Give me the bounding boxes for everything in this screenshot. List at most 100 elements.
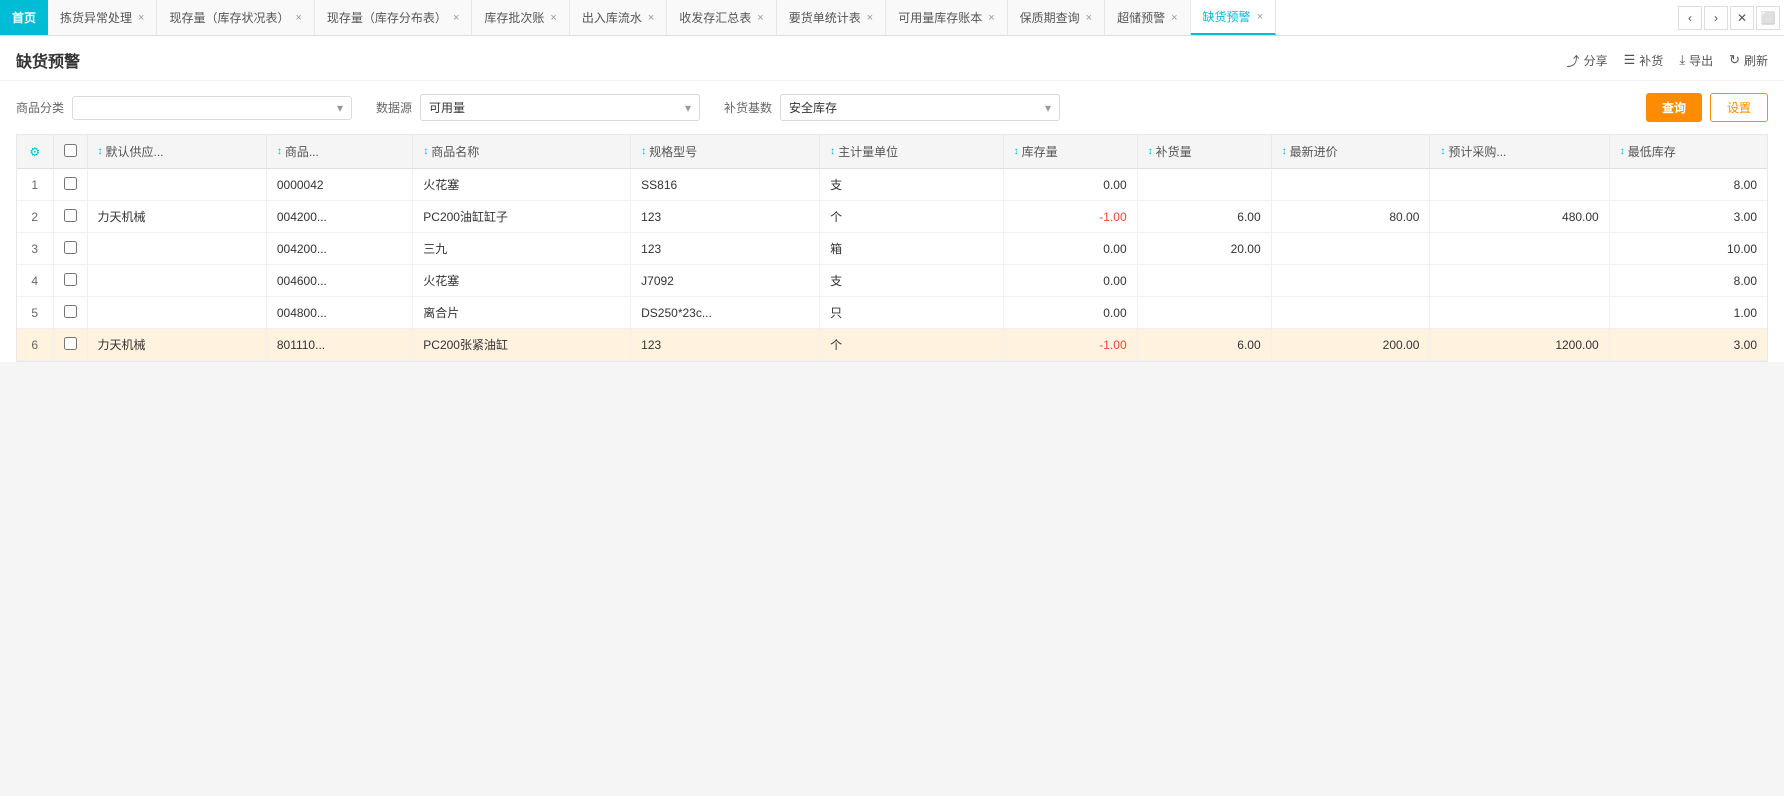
row-est-purchase-cell xyxy=(1430,233,1609,265)
row-num-cell: 5 xyxy=(17,297,53,329)
datasource-select[interactable]: 可用量 ▾ xyxy=(420,94,700,121)
replenish-icon: ☰ xyxy=(1624,52,1636,68)
row-replenish-cell: 6.00 xyxy=(1137,201,1271,233)
close-tab-2[interactable]: × xyxy=(295,12,301,24)
tab-requisition-stats[interactable]: 要货单统计表 × xyxy=(777,0,886,35)
row-name-cell: PC200油缸缸子 xyxy=(413,201,631,233)
row-num-cell: 6 xyxy=(17,329,53,361)
tab-overstock-warning[interactable]: 超储预警 × xyxy=(1105,0,1190,35)
close-tab-11[interactable]: × xyxy=(1257,11,1263,23)
query-button[interactable]: 查询 xyxy=(1646,93,1702,122)
datasource-label: 数据源 xyxy=(376,99,412,116)
col-product-code: ↕ 商品... xyxy=(266,135,412,169)
tab-restore-button[interactable]: ⬜ xyxy=(1756,6,1780,30)
page-header: 缺货预警 ⤴ 分享 ☰ 补货 ⤓ 导出 ↻ 刷新 xyxy=(0,36,1784,81)
table-row: 1 0000042 火花塞 SS816 支 0.00 8.00 xyxy=(17,169,1767,201)
sort-icon-supplier: ↕ xyxy=(98,146,103,157)
close-tab-9[interactable]: × xyxy=(1086,12,1092,24)
data-table: ⚙ ↕ 默认供应... ↕ 商品... xyxy=(17,135,1767,361)
row-checkbox[interactable] xyxy=(64,177,77,190)
sort-icon-price: ↕ xyxy=(1282,146,1287,157)
tab-stock-status[interactable]: 现存量（库存状况表） × xyxy=(157,0,314,35)
row-name-cell: 火花塞 xyxy=(413,265,631,297)
refresh-icon: ↻ xyxy=(1729,52,1740,68)
tab-expiry-query[interactable]: 保质期查询 × xyxy=(1008,0,1105,35)
sort-icon-stock: ↕ xyxy=(1014,146,1019,157)
share-button[interactable]: ⤴ 分享 xyxy=(1567,51,1608,70)
tab-stock-dist[interactable]: 现存量（库存分布表） × xyxy=(315,0,472,35)
row-unit-cell: 支 xyxy=(820,265,1003,297)
settings-button[interactable]: 设置 xyxy=(1710,93,1768,122)
close-tab-8[interactable]: × xyxy=(988,12,994,24)
row-checkbox[interactable] xyxy=(64,337,77,350)
col-checkbox[interactable] xyxy=(53,135,87,169)
row-checkbox[interactable] xyxy=(64,273,77,286)
row-stock-cell: 0.00 xyxy=(1003,265,1137,297)
row-replenish-cell xyxy=(1137,297,1271,329)
tab-nav-buttons: ‹ › ✕ ⬜ xyxy=(1674,6,1784,30)
refresh-button[interactable]: ↻ 刷新 xyxy=(1729,52,1768,69)
sort-icon-name: ↕ xyxy=(423,146,428,157)
row-checkbox-cell[interactable] xyxy=(53,201,87,233)
replenish-base-select[interactable]: 安全库存 ▾ xyxy=(780,94,1060,121)
tab-prev-button[interactable]: ‹ xyxy=(1678,6,1702,30)
row-supplier-cell xyxy=(87,233,266,265)
close-tab-3[interactable]: × xyxy=(453,12,459,24)
category-select[interactable]: ▾ xyxy=(72,96,352,120)
row-stock-cell: -1.00 xyxy=(1003,201,1137,233)
row-stock-cell: 0.00 xyxy=(1003,297,1137,329)
tab-available-stock[interactable]: 可用量库存账本 × xyxy=(886,0,1007,35)
replenish-base-chevron-icon: ▾ xyxy=(1045,101,1051,115)
row-price-cell: 200.00 xyxy=(1271,329,1430,361)
row-est-purchase-cell xyxy=(1430,265,1609,297)
row-checkbox-cell[interactable] xyxy=(53,329,87,361)
row-name-cell: PC200张紧油缸 xyxy=(413,329,631,361)
close-tab-7[interactable]: × xyxy=(867,12,873,24)
select-all-checkbox[interactable] xyxy=(64,144,77,157)
export-button[interactable]: ⤓ 导出 xyxy=(1679,52,1713,69)
row-checkbox[interactable] xyxy=(64,209,77,222)
close-tab-6[interactable]: × xyxy=(757,12,763,24)
row-checkbox-cell[interactable] xyxy=(53,265,87,297)
col-default-supplier: ↕ 默认供应... xyxy=(87,135,266,169)
row-checkbox-cell[interactable] xyxy=(53,297,87,329)
row-price-cell xyxy=(1271,169,1430,201)
row-checkbox[interactable] xyxy=(64,305,77,318)
close-tab-10[interactable]: × xyxy=(1171,12,1177,24)
table-row: 3 004200... 三九 123 箱 0.00 20.00 10.00 xyxy=(17,233,1767,265)
tab-shortage-warning[interactable]: 缺货预警 × xyxy=(1191,0,1276,35)
row-unit-cell: 支 xyxy=(820,169,1003,201)
sort-icon-est-purchase: ↕ xyxy=(1440,146,1445,157)
row-min-stock-cell: 3.00 xyxy=(1609,201,1767,233)
row-unit-cell: 只 xyxy=(820,297,1003,329)
col-latest-price: ↕ 最新进价 xyxy=(1271,135,1430,169)
row-spec-cell: SS816 xyxy=(631,169,820,201)
close-tab-5[interactable]: × xyxy=(648,12,654,24)
tab-home[interactable]: 首页 xyxy=(0,0,48,35)
table-row: 4 004600... 火花塞 J7092 支 0.00 8.00 xyxy=(17,265,1767,297)
category-label: 商品分类 xyxy=(16,99,64,116)
tab-pick-exception[interactable]: 拣货异常处理 × xyxy=(48,0,157,35)
row-checkbox-cell[interactable] xyxy=(53,169,87,201)
row-stock-cell: 0.00 xyxy=(1003,169,1137,201)
col-spec: ↕ 规格型号 xyxy=(631,135,820,169)
close-tab-4[interactable]: × xyxy=(550,12,556,24)
row-price-cell xyxy=(1271,233,1430,265)
datasource-chevron-icon: ▾ xyxy=(685,101,691,115)
tab-summary[interactable]: 收发存汇总表 × xyxy=(667,0,776,35)
row-replenish-cell: 20.00 xyxy=(1137,233,1271,265)
row-checkbox-cell[interactable] xyxy=(53,233,87,265)
tab-next-button[interactable]: › xyxy=(1704,6,1728,30)
gear-icon: ⚙ xyxy=(29,145,40,159)
row-spec-cell: DS250*23c... xyxy=(631,297,820,329)
row-checkbox[interactable] xyxy=(64,241,77,254)
tab-batch-account[interactable]: 库存批次账 × xyxy=(472,0,569,35)
tab-close-all-button[interactable]: ✕ xyxy=(1730,6,1754,30)
sort-icon-min-stock: ↕ xyxy=(1620,146,1625,157)
replenish-button[interactable]: ☰ 补货 xyxy=(1624,52,1664,69)
row-code-cell: 004600... xyxy=(266,265,412,297)
tab-in-out-flow[interactable]: 出入库流水 × xyxy=(570,0,667,35)
col-settings[interactable]: ⚙ xyxy=(17,135,53,169)
close-tab-1[interactable]: × xyxy=(138,12,144,24)
row-num-cell: 1 xyxy=(17,169,53,201)
